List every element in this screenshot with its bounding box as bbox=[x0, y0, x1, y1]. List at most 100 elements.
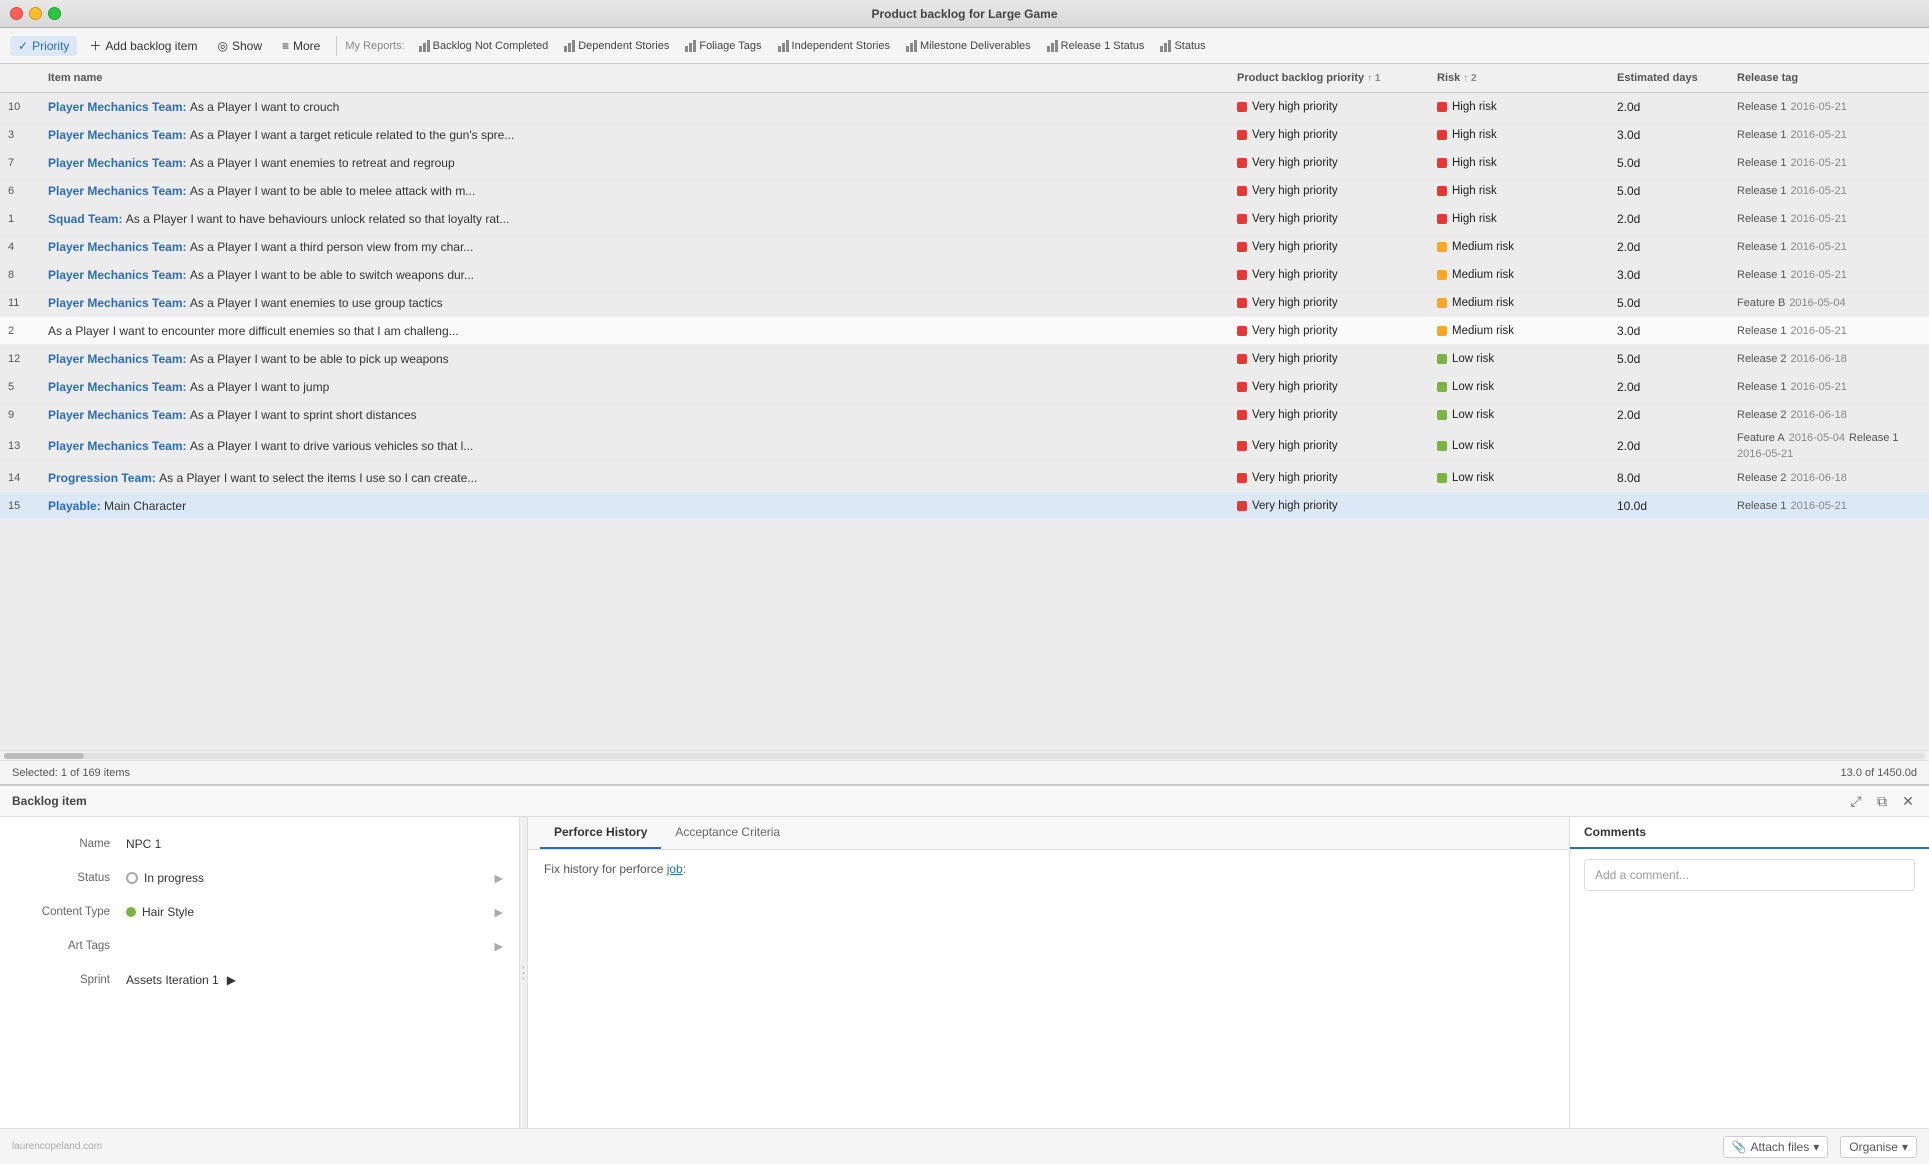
bottom-footer: laurencopeland.com 📎 Attach files ▾ Orga… bbox=[0, 1128, 1929, 1164]
report-milestone-deliverables[interactable]: Milestone Deliverables bbox=[900, 38, 1037, 54]
row-item-name[interactable]: Player Mechanics Team: As a Player I wan… bbox=[40, 153, 1229, 173]
row-item-name[interactable]: Player Mechanics Team: As a Player I wan… bbox=[40, 293, 1229, 313]
row-estimated-days: 10.0d bbox=[1609, 496, 1729, 516]
close-panel-button[interactable]: ✕ bbox=[1899, 792, 1917, 810]
row-priority: Very high priority bbox=[1229, 378, 1429, 396]
perforce-job-link[interactable]: job bbox=[667, 862, 683, 876]
detail-name-row: Name NPC 1 bbox=[0, 827, 519, 861]
sprint-value[interactable]: Assets Iteration 1 ▶ bbox=[126, 973, 236, 987]
comments-body: Add a comment... bbox=[1570, 849, 1929, 1128]
col-header-risk[interactable]: Risk ↑ 2 bbox=[1429, 70, 1609, 86]
detail-splitter[interactable]: ⋮ bbox=[520, 817, 528, 1128]
row-item-name[interactable]: Player Mechanics Team: As a Player I wan… bbox=[40, 125, 1229, 145]
risk-text: High risk bbox=[1452, 101, 1497, 113]
row-risk: Medium risk bbox=[1429, 322, 1609, 340]
table-row[interactable]: 3Player Mechanics Team: As a Player I wa… bbox=[0, 121, 1929, 149]
show-button[interactable]: ◎ Show bbox=[209, 36, 270, 56]
status-value[interactable]: In progress ▶ bbox=[126, 871, 503, 885]
risk-dot-icon bbox=[1437, 441, 1447, 451]
table-row[interactable]: 12Player Mechanics Team: As a Player I w… bbox=[0, 345, 1929, 373]
row-number: 12 bbox=[0, 350, 40, 368]
row-item-name[interactable]: As a Player I want to encounter more dif… bbox=[40, 321, 1229, 341]
col-header-release[interactable]: Release tag bbox=[1729, 70, 1929, 86]
external-link-button[interactable]: ⧉ bbox=[1873, 792, 1891, 810]
table-row[interactable]: 14Progression Team: As a Player I want t… bbox=[0, 464, 1929, 492]
row-item-name[interactable]: Squad Team: As a Player I want to have b… bbox=[40, 209, 1229, 229]
table-row[interactable]: 7Player Mechanics Team: As a Player I wa… bbox=[0, 149, 1929, 177]
col-header-priority[interactable]: Product backlog priority ↑ 1 bbox=[1229, 70, 1429, 86]
table-row[interactable]: 4Player Mechanics Team: As a Player I wa… bbox=[0, 233, 1929, 261]
table-row[interactable]: 2As a Player I want to encounter more di… bbox=[0, 317, 1929, 345]
art-tags-value[interactable]: ▶ bbox=[126, 940, 503, 953]
scrollbar-track[interactable] bbox=[4, 753, 1925, 759]
col-header-days[interactable]: Estimated days bbox=[1609, 70, 1729, 86]
priority-dot-icon bbox=[1237, 102, 1247, 112]
row-item-name[interactable]: Player Mechanics Team: As a Player I wan… bbox=[40, 405, 1229, 425]
horizontal-scrollbar[interactable] bbox=[0, 750, 1929, 760]
item-description: As a Player I want to select the items I… bbox=[159, 471, 477, 485]
release-date: 2016-05-04 bbox=[1789, 432, 1845, 444]
row-item-name[interactable]: Player Mechanics Team: As a Player I wan… bbox=[40, 97, 1229, 117]
row-item-name[interactable]: Playable: Main Character bbox=[40, 496, 1229, 516]
table-row[interactable]: 5Player Mechanics Team: As a Player I wa… bbox=[0, 373, 1929, 401]
close-button[interactable] bbox=[10, 7, 23, 20]
report-release-1-status[interactable]: Release 1 Status bbox=[1041, 38, 1151, 54]
risk-text: Low risk bbox=[1452, 381, 1494, 393]
table-row[interactable]: 8Player Mechanics Team: As a Player I wa… bbox=[0, 261, 1929, 289]
perforce-text: Fix history for perforce job: bbox=[544, 862, 1553, 876]
comments-header[interactable]: Comments bbox=[1570, 817, 1929, 849]
priority-text: Very high priority bbox=[1252, 185, 1338, 197]
detail-content-type-row: Content Type Hair Style ▶ bbox=[0, 895, 519, 929]
attach-files-button[interactable]: 📎 Attach files ▾ bbox=[1723, 1136, 1829, 1158]
footer-right: 📎 Attach files ▾ Organise ▾ bbox=[1723, 1136, 1917, 1158]
table-row[interactable]: 10Player Mechanics Team: As a Player I w… bbox=[0, 93, 1929, 121]
item-description: As a Player I want to jump bbox=[190, 380, 329, 394]
priority-text: Very high priority bbox=[1252, 500, 1338, 512]
minimize-button[interactable] bbox=[29, 7, 42, 20]
row-release-tag: Release 12016-05-21 bbox=[1729, 266, 1929, 284]
row-item-name[interactable]: Player Mechanics Team: As a Player I wan… bbox=[40, 237, 1229, 257]
scrollbar-thumb[interactable] bbox=[4, 753, 84, 759]
row-item-name[interactable]: Player Mechanics Team: As a Player I wan… bbox=[40, 349, 1229, 369]
report-dependent-stories[interactable]: Dependent Stories bbox=[558, 38, 675, 54]
table-row[interactable]: 15Playable: Main CharacterVery high prio… bbox=[0, 492, 1929, 520]
release-tag-label: Feature B bbox=[1737, 297, 1785, 309]
row-estimated-days: 3.0d bbox=[1609, 265, 1729, 285]
table-row[interactable]: 9Player Mechanics Team: As a Player I wa… bbox=[0, 401, 1929, 429]
bar-chart-icon-2 bbox=[564, 40, 575, 52]
tab-perforce-history[interactable]: Perforce History bbox=[540, 817, 661, 849]
table-row[interactable]: 11Player Mechanics Team: As a Player I w… bbox=[0, 289, 1929, 317]
content-type-value[interactable]: Hair Style ▶ bbox=[126, 905, 503, 919]
report-backlog-not-completed[interactable]: Backlog Not Completed bbox=[413, 38, 555, 54]
add-backlog-button[interactable]: ＋ Add backlog item bbox=[81, 34, 205, 57]
report-foliage-tags[interactable]: Foliage Tags bbox=[679, 38, 767, 54]
report-independent-stories[interactable]: Independent Stories bbox=[772, 38, 896, 54]
more-button[interactable]: ≡ More bbox=[274, 36, 328, 56]
priority-dot-icon bbox=[1237, 441, 1247, 451]
release-tag-2-label: Release 1 bbox=[1849, 432, 1899, 444]
row-item-name[interactable]: Player Mechanics Team: As a Player I wan… bbox=[40, 377, 1229, 397]
release-tag-label: Release 2 bbox=[1737, 353, 1787, 365]
maximize-button[interactable] bbox=[48, 7, 61, 20]
release-date: 2016-06-18 bbox=[1791, 353, 1847, 365]
row-item-name[interactable]: Player Mechanics Team: As a Player I wan… bbox=[40, 265, 1229, 285]
expand-button[interactable]: ⤢ bbox=[1847, 792, 1865, 810]
priority-button[interactable]: ✓ Priority bbox=[10, 36, 77, 56]
priority-dot-icon bbox=[1237, 186, 1247, 196]
table-row[interactable]: 1Squad Team: As a Player I want to have … bbox=[0, 205, 1929, 233]
total-days: 13.0 of 1450.0d bbox=[1841, 767, 1917, 779]
release-date: 2016-05-21 bbox=[1791, 325, 1847, 337]
table-row[interactable]: 13Player Mechanics Team: As a Player I w… bbox=[0, 429, 1929, 464]
table-row[interactable]: 6Player Mechanics Team: As a Player I wa… bbox=[0, 177, 1929, 205]
row-item-name[interactable]: Progression Team: As a Player I want to … bbox=[40, 468, 1229, 488]
row-item-name[interactable]: Player Mechanics Team: As a Player I wan… bbox=[40, 181, 1229, 201]
row-item-name[interactable]: Player Mechanics Team: As a Player I wan… bbox=[40, 436, 1229, 456]
col-header-name[interactable]: Item name bbox=[40, 70, 1229, 86]
add-comment-field[interactable]: Add a comment... bbox=[1584, 859, 1915, 891]
tab-acceptance-criteria[interactable]: Acceptance Criteria bbox=[661, 817, 794, 849]
row-priority: Very high priority bbox=[1229, 126, 1429, 144]
priority-text: Very high priority bbox=[1252, 101, 1338, 113]
report-status[interactable]: Status bbox=[1154, 38, 1211, 54]
team-name: Player Mechanics Team: bbox=[48, 100, 190, 114]
organise-button[interactable]: Organise ▾ bbox=[1840, 1136, 1917, 1158]
